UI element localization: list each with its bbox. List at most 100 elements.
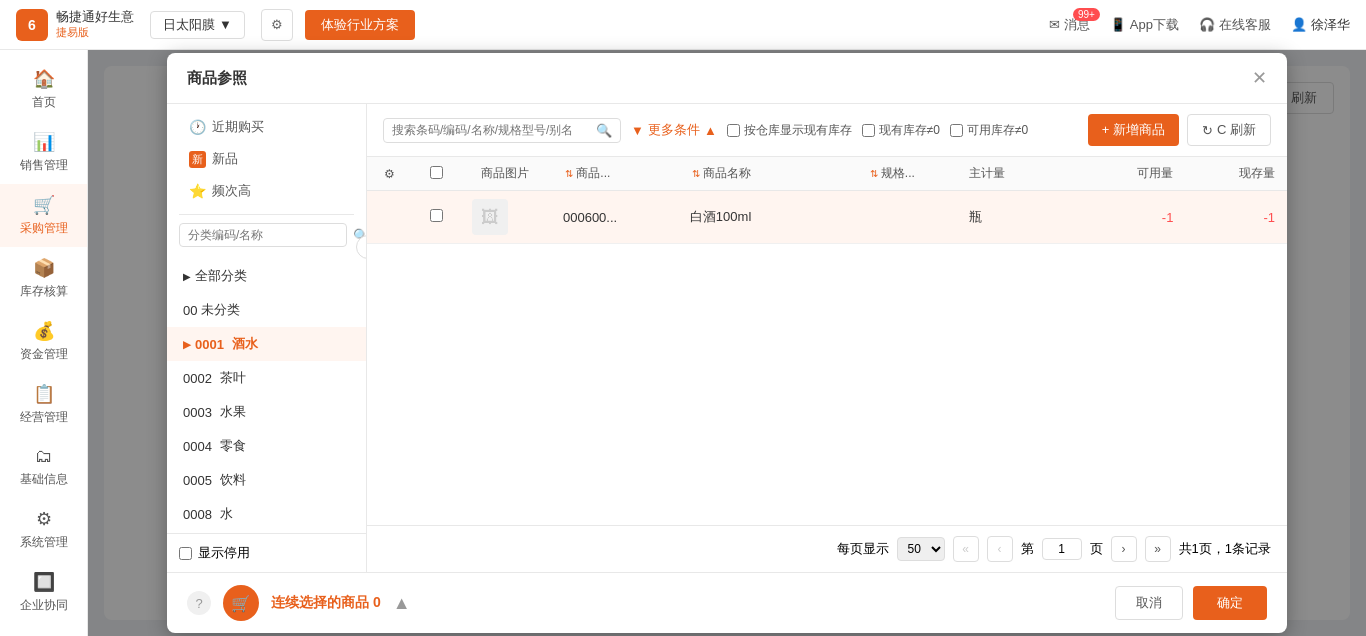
- confirm-button[interactable]: 确定: [1193, 586, 1267, 620]
- sort-icon-spec[interactable]: ⇅: [870, 168, 878, 179]
- sort-icon-code[interactable]: ⇅: [565, 168, 573, 179]
- page-unit: 页: [1090, 540, 1103, 558]
- col-header-img: 商品图片: [460, 157, 551, 191]
- app-download-btn[interactable]: 📱 App下载: [1110, 16, 1179, 34]
- show-disabled-checkbox[interactable]: [179, 547, 192, 560]
- sort-icon-name[interactable]: ⇅: [692, 168, 700, 179]
- row-settings: [367, 191, 413, 244]
- next-page-button[interactable]: ›: [1111, 536, 1137, 562]
- category-search-input[interactable]: [179, 223, 347, 247]
- selected-count-label: 连续选择的商品 0: [271, 594, 381, 612]
- sidebar-item-operations[interactable]: 📋 经营管理: [0, 373, 87, 436]
- cat-code-0001: 0001: [195, 337, 224, 352]
- home-icon: 🏠: [33, 68, 55, 90]
- finance-icon: 💰: [33, 320, 55, 342]
- cat-item-00[interactable]: 00 未分类: [167, 293, 366, 327]
- sidebar-label-cooperation: 企业协同: [20, 597, 68, 614]
- warehouse-filter-label: 按仓库显示现有库存: [744, 122, 852, 139]
- high-frequency-btn[interactable]: ⭐ 频次高: [179, 176, 354, 206]
- system-icon: ⚙: [36, 508, 52, 530]
- messages-btn[interactable]: ✉ 消息 99+: [1049, 16, 1090, 34]
- star-icon: ⭐: [189, 183, 206, 199]
- basic-info-icon: 🗂: [35, 446, 53, 467]
- page-size-select[interactable]: 50: [897, 537, 945, 561]
- row-checkbox[interactable]: [430, 209, 443, 222]
- nonzero-filter[interactable]: 现有库存≠0: [862, 122, 940, 139]
- warehouse-checkbox[interactable]: [727, 124, 740, 137]
- cat-code-0005: 0005: [183, 473, 212, 488]
- page-number-input[interactable]: [1042, 538, 1082, 560]
- recent-purchase-btn[interactable]: 🕐 近期购买: [179, 112, 354, 142]
- table-row[interactable]: 🖼 000600... 白酒100ml: [367, 191, 1287, 244]
- search-input[interactable]: [392, 123, 592, 137]
- col-select-all: [413, 157, 460, 191]
- cart-button[interactable]: 🛒: [223, 585, 259, 621]
- footer-collapse-button[interactable]: ▲: [393, 593, 411, 614]
- settings-icon[interactable]: ⚙: [384, 167, 395, 181]
- nav-selector[interactable]: 日太阳膜 ▼: [150, 11, 245, 39]
- search-icon[interactable]: 🔍: [596, 123, 612, 138]
- table-header-row: ⚙ 商品图片 ⇅: [367, 157, 1287, 191]
- sidebar-item-cooperation[interactable]: 🔲 企业协同: [0, 561, 87, 624]
- cat-code-0004: 0004: [183, 439, 212, 454]
- row-checkbox-cell: [413, 191, 460, 244]
- cat-label-0002: 茶叶: [220, 369, 246, 387]
- avatar-icon: 👤: [1291, 17, 1307, 32]
- sidebar-label-sales: 销售管理: [20, 157, 68, 174]
- cat-item-0001[interactable]: ▶ 0001 酒水: [167, 327, 366, 361]
- select-all-checkbox[interactable]: [430, 166, 443, 179]
- prev-page-button[interactable]: ‹: [987, 536, 1013, 562]
- cat-item-0005[interactable]: 0005 饮料: [167, 463, 366, 497]
- cat-item-0004[interactable]: 0004 零食: [167, 429, 366, 463]
- col-unit-label: 主计量: [969, 166, 1005, 180]
- cat-item-all[interactable]: ▶ 全部分类: [167, 259, 366, 293]
- refresh-button[interactable]: ↻ C 刷新: [1187, 114, 1271, 146]
- new-icon: 新: [189, 151, 206, 168]
- app-download-label: App下载: [1130, 16, 1179, 34]
- sidebar-item-finance[interactable]: 💰 资金管理: [0, 310, 87, 373]
- sidebar-item-sales[interactable]: 📊 销售管理: [0, 121, 87, 184]
- chevron-down-icon: ▼: [219, 17, 232, 32]
- help-button[interactable]: ?: [187, 591, 211, 615]
- sidebar-item-home[interactable]: 🏠 首页: [0, 58, 87, 121]
- col-stock-label: 现存量: [1239, 166, 1275, 180]
- filter-button[interactable]: ▼ 更多条件 ▲: [631, 121, 717, 139]
- last-page-button[interactable]: »: [1145, 536, 1171, 562]
- nonzero-checkbox[interactable]: [862, 124, 875, 137]
- first-page-button[interactable]: «: [953, 536, 979, 562]
- available-filter[interactable]: 可用库存≠0: [950, 122, 1028, 139]
- cat-item-0008[interactable]: 0008 水: [167, 497, 366, 531]
- row-img-cell: 🖼: [460, 191, 551, 244]
- selected-label-text: 连续选择的商品: [271, 594, 369, 610]
- cat-label-0003: 水果: [220, 403, 246, 421]
- sidebar-label-basic-info: 基础信息: [20, 471, 68, 488]
- logo-area: 6 畅捷通好生意 捷易版: [16, 9, 134, 41]
- user-area[interactable]: 👤 徐泽华: [1291, 16, 1350, 34]
- arrow-icon-all: ▶: [183, 271, 191, 282]
- cat-item-0002[interactable]: 0002 茶叶: [167, 361, 366, 395]
- modal-close-button[interactable]: ✕: [1252, 67, 1267, 89]
- sidebar-item-guide[interactable]: 📰 新手引导: [0, 624, 87, 636]
- mobile-icon: 📱: [1110, 17, 1126, 32]
- sidebar-item-basic-info[interactable]: 🗂 基础信息: [0, 436, 87, 498]
- cat-code-00: 00: [183, 303, 197, 318]
- nav-selector-label: 日太阳膜: [163, 16, 215, 34]
- online-service-btn[interactable]: 🎧 在线客服: [1199, 16, 1271, 34]
- cancel-button[interactable]: 取消: [1115, 586, 1183, 620]
- main-content: 查询 设置 刷新 商品参照 ✕ 🕐: [88, 50, 1366, 636]
- sidebar-label-finance: 资金管理: [20, 346, 68, 363]
- col-header-unit: 主计量: [957, 157, 1059, 191]
- gear-button[interactable]: ⚙: [261, 9, 293, 41]
- warehouse-filter[interactable]: 按仓库显示现有库存: [727, 122, 852, 139]
- trial-button[interactable]: 体验行业方案: [305, 10, 415, 40]
- sidebar-item-system[interactable]: ⚙ 系统管理: [0, 498, 87, 561]
- sidebar-item-purchase[interactable]: 🛒 采购管理: [0, 184, 87, 247]
- add-product-button[interactable]: + 新增商品: [1088, 114, 1179, 146]
- prev-page-icon: ‹: [998, 542, 1002, 556]
- col-available-label: 可用量: [1137, 166, 1173, 180]
- col-header-available: 可用量: [1059, 157, 1186, 191]
- new-product-btn[interactable]: 新 新品: [179, 144, 354, 174]
- cat-item-0003[interactable]: 0003 水果: [167, 395, 366, 429]
- available-checkbox[interactable]: [950, 124, 963, 137]
- sidebar-item-inventory[interactable]: 📦 库存核算: [0, 247, 87, 310]
